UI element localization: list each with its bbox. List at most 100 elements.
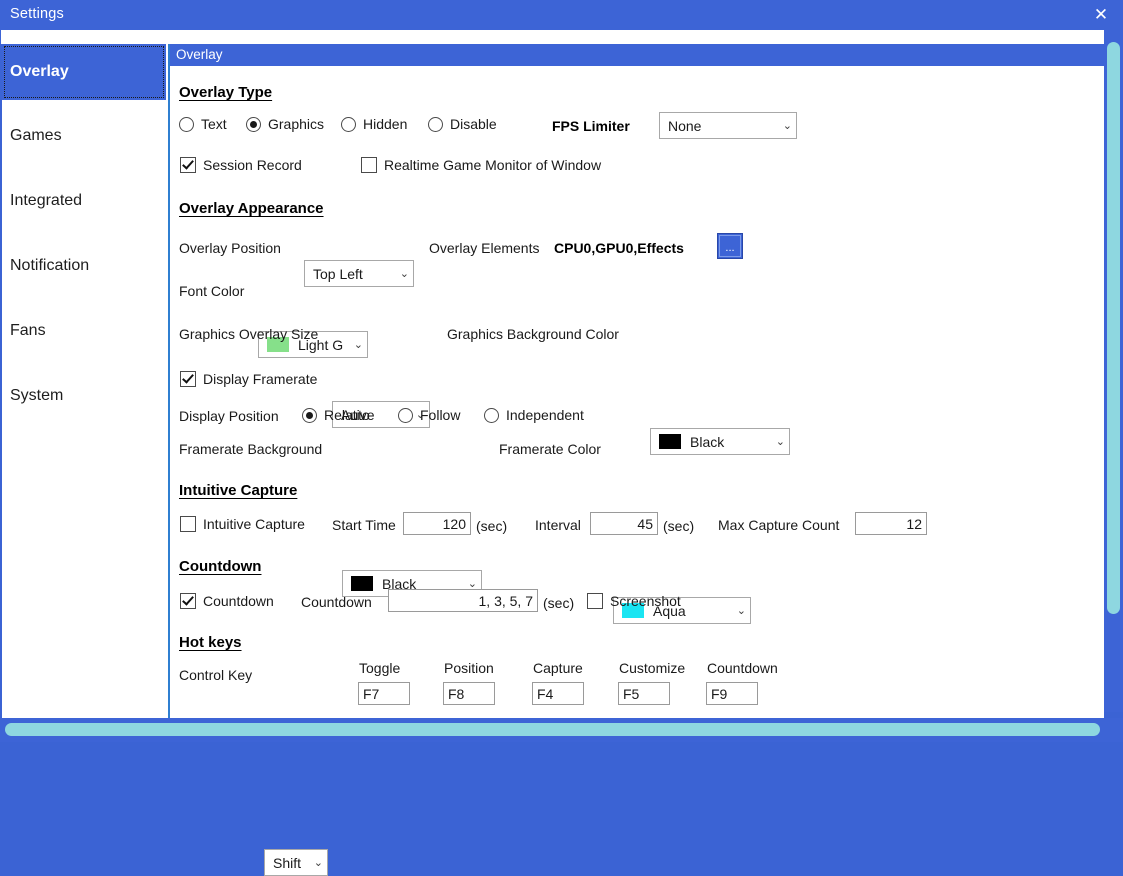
radio-overlay-type-disable[interactable]: Disable (428, 116, 497, 132)
vertical-scrollbar-track[interactable] (1104, 30, 1123, 712)
radio-display-position-independent[interactable]: Independent (484, 407, 584, 423)
chevron-down-icon: ⌄ (399, 267, 409, 280)
vertical-scrollbar-thumb[interactable] (1107, 42, 1120, 614)
graphics-background-color-label: Graphics Background Color (447, 326, 619, 342)
chevron-down-icon: ⌄ (775, 435, 785, 448)
chevron-down-icon: ⌄ (313, 856, 323, 869)
radio-label: Follow (420, 407, 461, 423)
radio-overlay-type-hidden[interactable]: Hidden (341, 116, 407, 132)
checkbox-realtime-game-monitor[interactable]: Realtime Game Monitor of Window (361, 157, 601, 173)
countdown-field-label: Countdown (301, 594, 372, 610)
hotkey-input-capture[interactable]: F4 (532, 682, 584, 705)
top-white-strip (0, 30, 1105, 44)
checkbox-label: Screenshot (610, 593, 681, 609)
overlay-elements-browse-button[interactable]: ... (717, 233, 743, 259)
radio-indicator (398, 407, 413, 423)
framerate-background-label: Framerate Background (179, 441, 323, 457)
checkbox-indicator (361, 157, 377, 173)
checkbox-indicator (180, 593, 196, 609)
group-title-overlay-appearance: Overlay Appearance (179, 200, 324, 217)
start-time-input[interactable]: 120 (403, 512, 471, 535)
group-title-countdown: Countdown (179, 558, 262, 575)
hotkey-input-toggle[interactable]: F7 (358, 682, 410, 705)
overlay-elements-value: CPU0,GPU0,Effects (554, 240, 684, 256)
radio-display-position-relative[interactable]: Relative (302, 407, 375, 423)
interval-input[interactable]: 45 (590, 512, 658, 535)
hotkey-label-customize: Customize (619, 660, 686, 676)
overlay-elements-label: Overlay Elements (429, 240, 540, 256)
sidebar-item-integrated[interactable]: Integrated (2, 173, 166, 229)
radio-indicator (302, 407, 317, 423)
sidebar-item-label: Overlay (10, 63, 69, 80)
framerate-color-label: Framerate Color (499, 441, 601, 457)
sidebar-item-overlay[interactable]: Overlay (2, 44, 166, 100)
graphics-background-color-select[interactable]: Black ⌄ (650, 428, 790, 455)
graphics-background-color-value: Black (690, 433, 725, 450)
radio-label: Text (201, 116, 227, 132)
tab-overlay[interactable]: Overlay (170, 44, 1104, 66)
hotkey-label-toggle: Toggle (359, 660, 401, 676)
checkbox-intuitive-capture[interactable]: Intuitive Capture (180, 516, 305, 532)
font-color-label: Font Color (179, 283, 245, 299)
title-bar: Settings ✕ (0, 0, 1123, 30)
overlay-position-select[interactable]: Top Left ⌄ (304, 260, 414, 287)
countdown-unit: (sec) (543, 595, 575, 611)
checkbox-indicator (180, 157, 196, 173)
close-icon[interactable]: ✕ (1079, 0, 1123, 30)
graphics-overlay-size-label: Graphics Overlay Size (179, 326, 319, 342)
start-time-label: Start Time (332, 517, 396, 533)
control-key-label: Control Key (179, 667, 253, 683)
fps-limiter-select[interactable]: None ⌄ (659, 112, 797, 139)
radio-overlay-type-text[interactable]: Text (179, 116, 227, 132)
fps-limiter-label: FPS Limiter (552, 118, 630, 134)
sidebar-item-system[interactable]: System (2, 368, 166, 424)
sidebar-item-notification[interactable]: Notification (2, 238, 166, 294)
sidebar-item-label: System (10, 387, 64, 404)
radio-indicator (341, 116, 356, 132)
checkbox-countdown-screenshot[interactable]: Screenshot (587, 593, 681, 609)
radio-label: Hidden (363, 116, 408, 132)
checkbox-indicator (587, 593, 603, 609)
overlay-position-value: Top Left (313, 265, 363, 282)
radio-label: Independent (506, 407, 584, 423)
sidebar: Overlay Games Integrated Notification Fa… (2, 44, 170, 718)
start-time-unit: (sec) (476, 518, 508, 534)
horizontal-scrollbar-thumb[interactable] (5, 723, 1100, 736)
checkbox-session-record[interactable]: Session Record (180, 157, 302, 173)
hotkey-input-customize[interactable]: F5 (618, 682, 670, 705)
checkbox-label: Realtime Game Monitor of Window (384, 157, 602, 173)
radio-indicator (246, 116, 261, 132)
group-title-overlay-type: Overlay Type (179, 84, 273, 101)
horizontal-scrollbar-track[interactable] (0, 718, 1123, 742)
checkbox-label: Display Framerate (203, 371, 318, 387)
checkbox-countdown-enable[interactable]: Countdown (180, 593, 274, 609)
sidebar-item-games[interactable]: Games (2, 108, 166, 164)
sidebar-item-label: Fans (10, 322, 46, 339)
sidebar-item-label: Integrated (10, 192, 83, 209)
sidebar-item-label: Notification (10, 257, 90, 274)
checkbox-indicator (180, 371, 196, 387)
countdown-values-input[interactable]: 1, 3, 5, 7 (388, 589, 538, 612)
interval-label: Interval (535, 517, 581, 533)
checkbox-label: Countdown (203, 593, 274, 609)
max-capture-count-input[interactable]: 12 (855, 512, 927, 535)
hotkey-label-countdown: Countdown (707, 660, 778, 676)
radio-overlay-type-graphics[interactable]: Graphics (246, 116, 324, 132)
radio-display-position-follow[interactable]: Follow (398, 407, 460, 423)
hotkey-label-position: Position (444, 660, 494, 676)
sidebar-item-fans[interactable]: Fans (2, 303, 166, 359)
radio-label: Graphics (268, 116, 325, 132)
control-key-select[interactable]: Shift ⌄ (264, 849, 328, 876)
chevron-down-icon: ⌄ (736, 604, 746, 617)
radio-indicator (179, 116, 194, 132)
window-title: Settings (10, 6, 64, 22)
max-capture-count-label: Max Capture Count (718, 517, 840, 533)
color-swatch-framerate-background (351, 576, 373, 591)
color-swatch-graphics-background (659, 434, 681, 449)
radio-indicator (428, 116, 443, 132)
hotkey-input-position[interactable]: F8 (443, 682, 495, 705)
hotkey-input-countdown[interactable]: F9 (706, 682, 758, 705)
overlay-settings-panel: Overlay Type Text Graphics Hidden Disabl… (170, 66, 1104, 876)
chevron-down-icon: ⌄ (782, 119, 792, 132)
checkbox-display-framerate[interactable]: Display Framerate (180, 371, 317, 387)
